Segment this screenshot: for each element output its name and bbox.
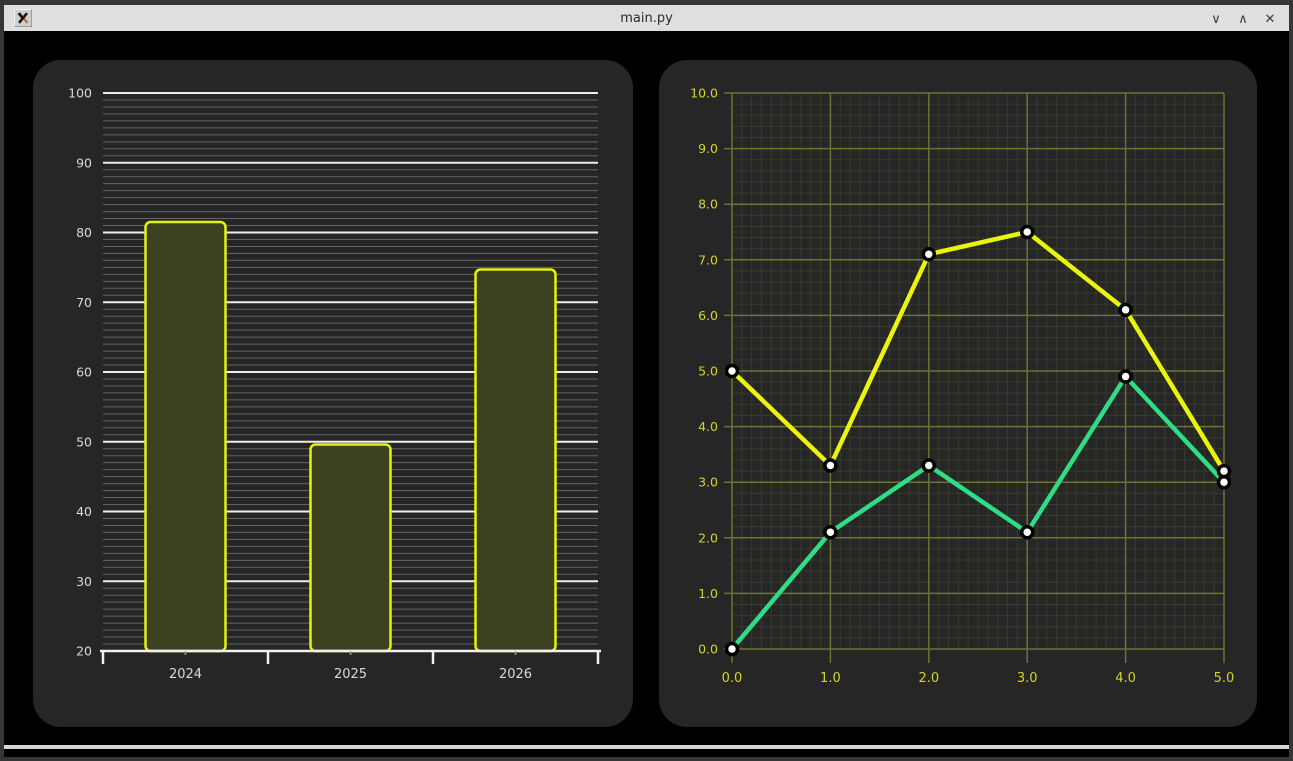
x-tick-label: 5.0 [1214,671,1235,686]
series-yellow-marker [724,363,740,379]
y-tick-label: 20 [76,644,92,659]
y-tick-label: 10.0 [690,86,718,101]
y-tick-label: 50 [76,434,92,449]
y-tick-label: 7.0 [698,252,718,267]
x-tick-label: 0.0 [722,671,743,686]
y-tick-label: 1.0 [698,586,718,601]
window-bottom-edge [4,745,1289,749]
series-green-marker [1118,369,1133,384]
y-tick-label: 4.0 [698,419,718,434]
y-tick-label: 5.0 [698,364,718,379]
bar-2024 [144,220,227,653]
line-chart-panel: 0.0 1.0 2.0 3.0 4.0 5.0 0.0 1.0 2.0 3.0 4.0 5.0 6.0 7… [659,60,1257,727]
y-tick-label: 40 [76,504,92,519]
series-green-marker [1216,474,1232,490]
series-green-marker [724,641,740,657]
line-chart: 0.0 1.0 2.0 3.0 4.0 5.0 0.0 1.0 2.0 3.0 4.0 5.0 6.0 7… [690,86,1235,687]
bar-2026 [474,268,557,653]
y-tick-label: 100 [68,86,92,101]
series-yellow-marker [1118,302,1133,318]
window-title: main.py [620,10,673,26]
close-button[interactable]: ✕ [1261,9,1279,27]
bar-chart-panel: 20 30 40 50 60 70 80 90 100 2024 2025 2026 [33,60,633,727]
y-tick-label: 60 [76,365,92,380]
x-tick-label: 2024 [169,667,202,682]
y-tick-label: 3.0 [698,475,718,490]
series-yellow-marker [823,458,838,473]
y-tick-label: 0.0 [698,642,718,657]
series-yellow-marker [1019,224,1035,240]
y-tick-label: 90 [76,155,92,170]
y-tick-label: 70 [76,295,92,310]
app-window: main.py ∨ ∧ ✕ 20 30 40 50 60 70 80 90 100 2024 202… [0,0,1293,761]
series-green-marker [823,524,838,540]
x-tick-label: 3.0 [1017,671,1038,686]
bar-chart: 20 30 40 50 60 70 80 90 100 2024 2025 2026 [68,86,601,682]
y-tick-label: 9.0 [698,141,718,156]
series-green-marker [921,458,937,473]
x-tick-label: 4.0 [1115,671,1136,686]
x-tick-label: 2025 [334,667,367,682]
window-controls: ∨ ∧ ✕ [1207,9,1289,27]
x-tick-label: 2026 [499,667,532,682]
window-content: 20 30 40 50 60 70 80 90 100 2024 2025 2026 0.0 1.0 2.… [4,31,1289,749]
bar-2025 [309,443,392,653]
y-tick-label: 80 [76,225,92,240]
series-yellow-marker [921,246,937,262]
series-yellow-marker [1216,463,1232,479]
series-green-marker [1019,524,1035,540]
maximize-button[interactable]: ∧ [1234,9,1252,27]
titlebar: main.py ∨ ∧ ✕ [4,5,1289,31]
y-tick-label: 8.0 [698,197,718,212]
y-tick-label: 6.0 [698,308,718,323]
minimize-button[interactable]: ∨ [1207,9,1225,27]
x-tick-label: 2.0 [918,671,939,686]
y-tick-label: 2.0 [698,530,718,545]
y-tick-label: 30 [76,574,92,589]
x-tick-label: 1.0 [820,671,841,686]
